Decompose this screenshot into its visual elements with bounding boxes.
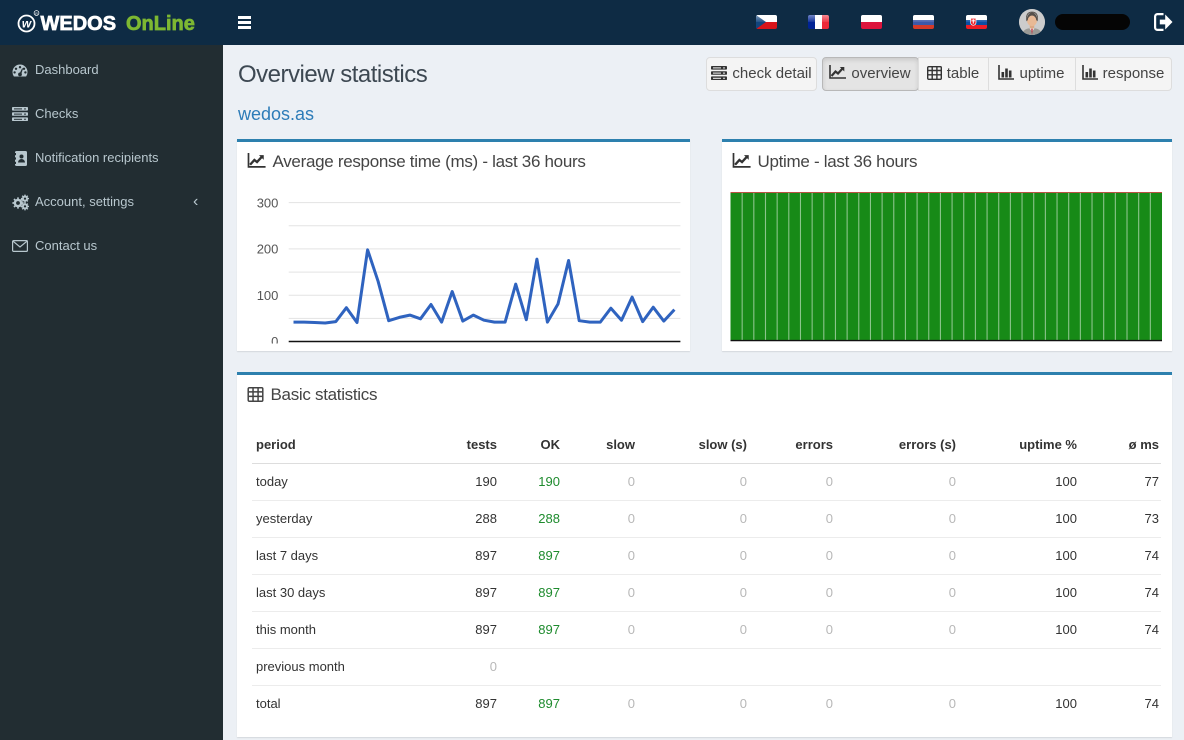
- svg-text:OnLine: OnLine: [126, 13, 195, 35]
- svg-text:0: 0: [271, 334, 278, 343]
- svg-text:w: w: [22, 17, 32, 31]
- svg-text:R: R: [35, 12, 38, 16]
- svg-text:200: 200: [257, 242, 279, 257]
- svg-text:WEDOS: WEDOS: [41, 13, 117, 35]
- svg-text:300: 300: [257, 195, 279, 210]
- svg-text:100: 100: [257, 288, 279, 303]
